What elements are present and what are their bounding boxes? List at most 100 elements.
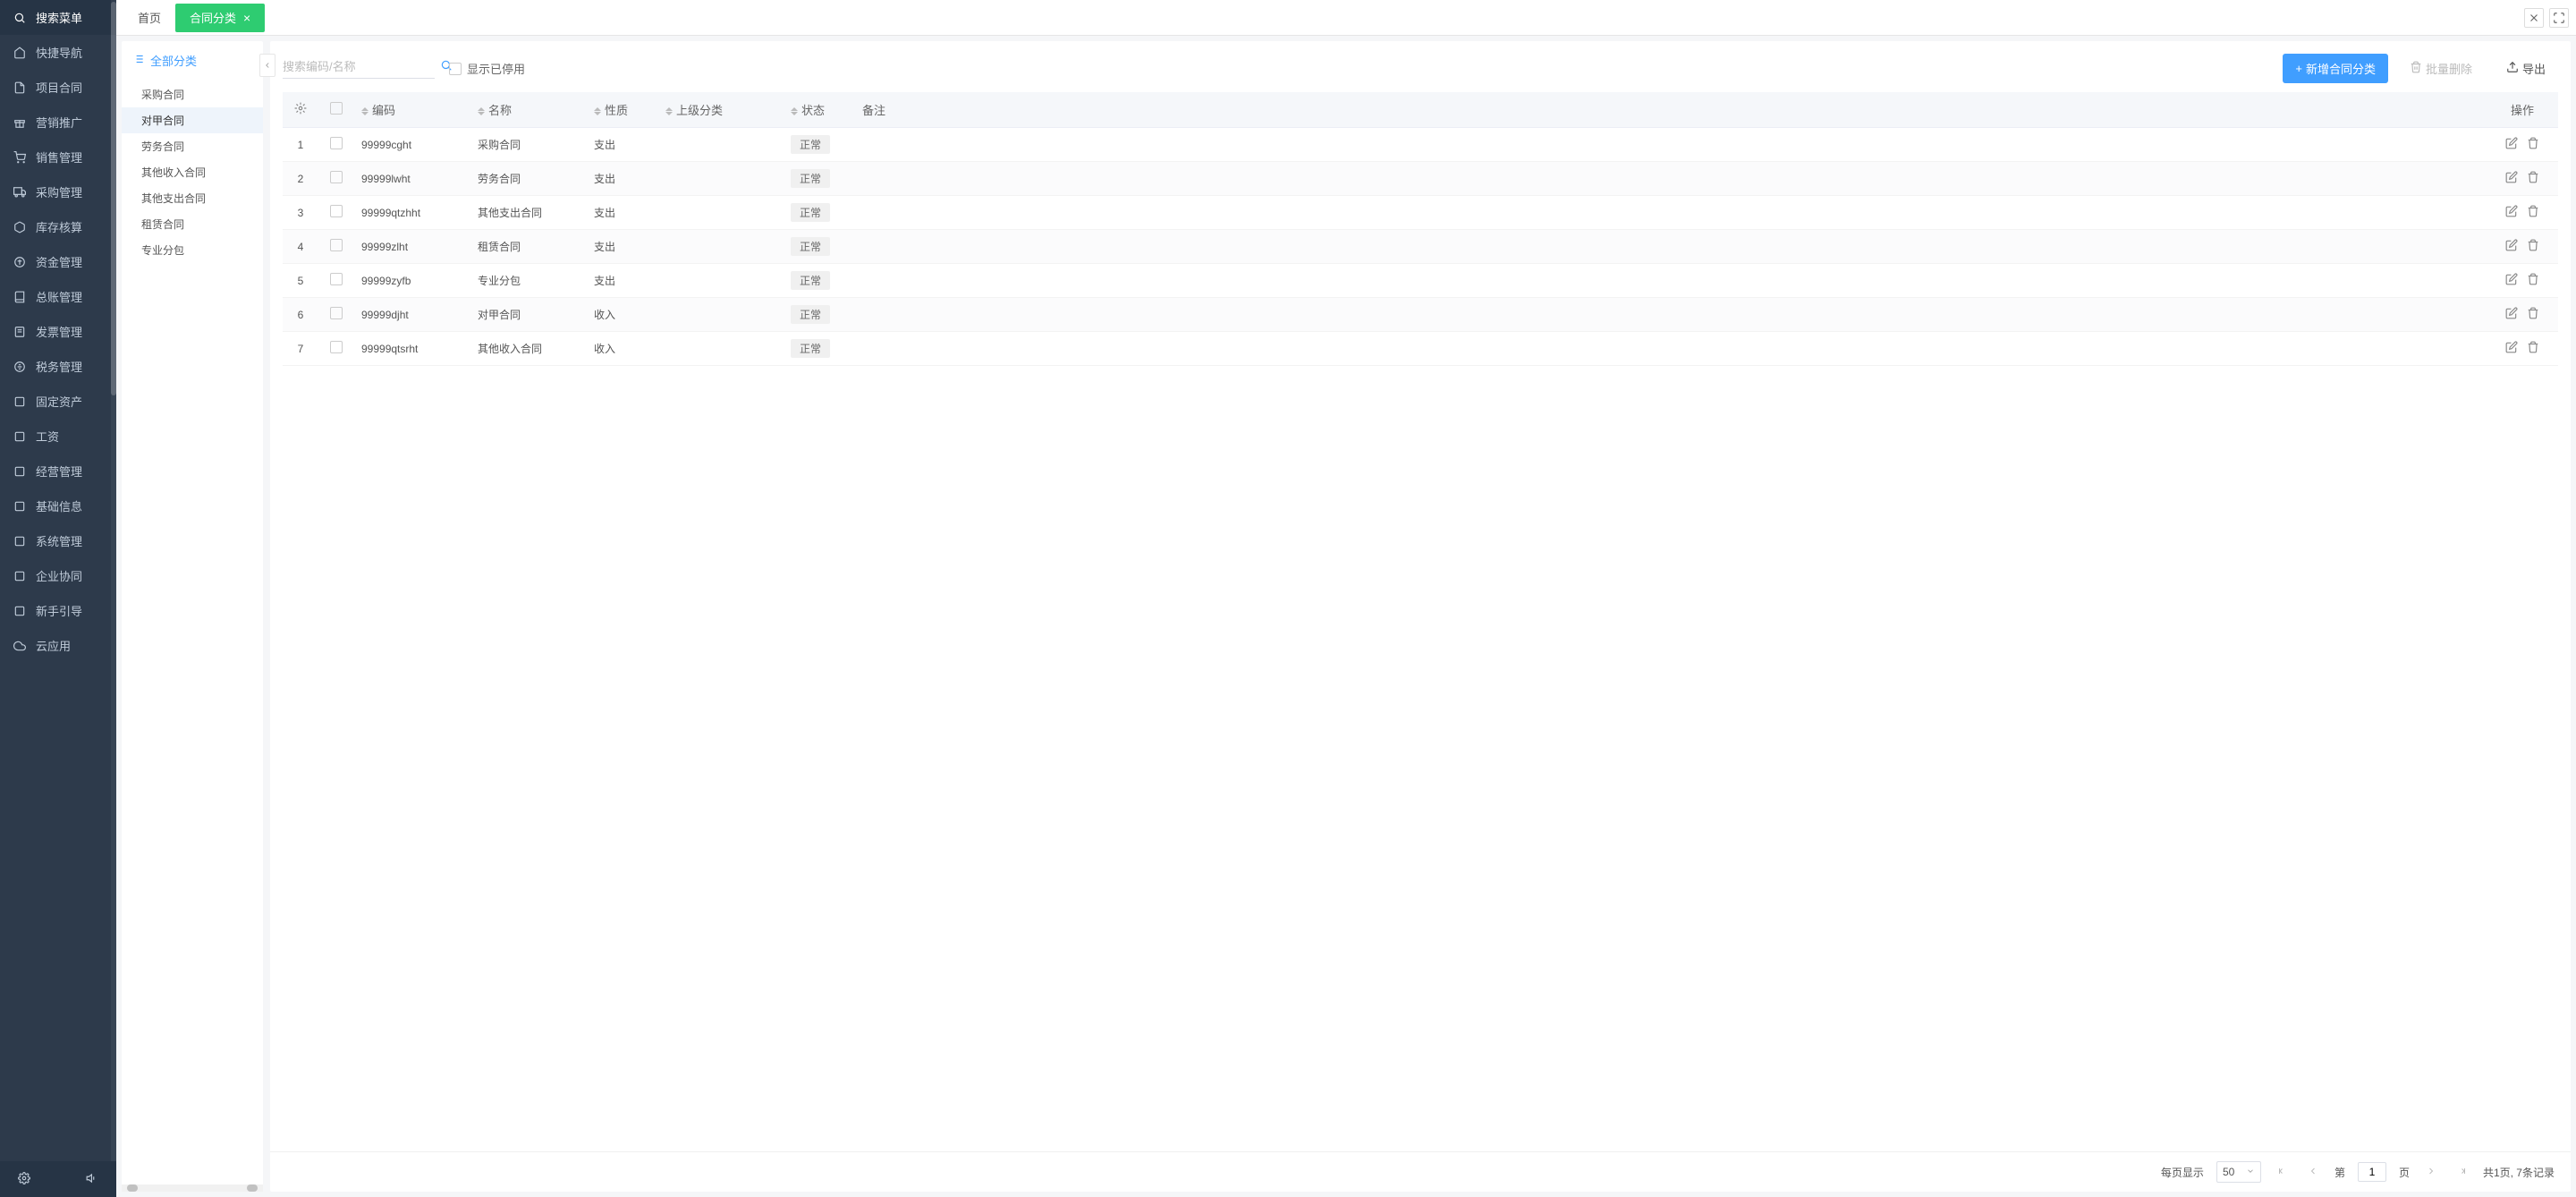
sidebar-item-label: 基础信息 <box>36 497 82 514</box>
tree-header[interactable]: 全部分类 <box>122 41 263 78</box>
table-row: 499999zlht租赁合同支出正常 <box>283 230 2558 264</box>
delete-icon[interactable] <box>2527 239 2539 254</box>
status-badge: 正常 <box>791 203 830 222</box>
sidebar-item[interactable]: 采购管理 <box>0 174 116 209</box>
tax-icon <box>13 360 27 374</box>
tree-item[interactable]: 采购合同 <box>122 81 263 107</box>
row-checkbox[interactable] <box>330 341 343 353</box>
row-checkbox[interactable] <box>330 171 343 183</box>
page-next-button[interactable] <box>2422 1164 2440 1181</box>
sort-code[interactable] <box>361 107 369 115</box>
edit-icon[interactable] <box>2505 307 2518 322</box>
cell-remark <box>855 264 2487 298</box>
tree-item[interactable]: 其他收入合同 <box>122 159 263 185</box>
status-badge: 正常 <box>791 271 830 290</box>
delete-icon[interactable] <box>2527 273 2539 288</box>
sidebar-item[interactable]: 税务管理 <box>0 349 116 384</box>
cell-code: 99999zlht <box>354 230 470 264</box>
sidebar-item[interactable]: 工资 <box>0 419 116 454</box>
settings-icon[interactable] <box>18 1172 30 1187</box>
delete-icon[interactable] <box>2527 171 2539 186</box>
sound-icon[interactable] <box>86 1172 98 1187</box>
cell-name: 其他支出合同 <box>470 196 587 230</box>
delete-icon[interactable] <box>2527 341 2539 356</box>
delete-icon[interactable] <box>2527 137 2539 152</box>
cell-nature: 支出 <box>587 128 658 162</box>
sidebar-item[interactable]: 库存核算 <box>0 209 116 244</box>
add-category-button[interactable]: + 新增合同分类 <box>2283 54 2388 83</box>
sidebar-item[interactable]: 新手引导 <box>0 593 116 628</box>
tree-horizontal-scrollbar[interactable] <box>122 1184 263 1192</box>
show-disabled-checkbox-wrap[interactable]: 显示已停用 <box>449 60 525 77</box>
sidebar-scrollbar-thumb[interactable] <box>111 2 116 395</box>
plus-icon: + <box>2295 62 2302 75</box>
delete-icon[interactable] <box>2527 307 2539 322</box>
sort-status[interactable] <box>791 107 798 115</box>
tree-item[interactable]: 专业分包 <box>122 237 263 263</box>
sidebar-item[interactable]: 企业协同 <box>0 558 116 593</box>
sidebar-item[interactable]: 销售管理 <box>0 140 116 174</box>
sidebar-item[interactable]: 项目合同 <box>0 70 116 105</box>
edit-icon[interactable] <box>2505 239 2518 254</box>
sidebar-item[interactable]: 资金管理 <box>0 244 116 279</box>
edit-icon[interactable] <box>2505 171 2518 186</box>
tab-contract-category[interactable]: 合同分类 × <box>175 4 265 32</box>
page-last-button[interactable] <box>2453 1164 2470 1181</box>
edit-icon[interactable] <box>2505 205 2518 220</box>
sidebar-item[interactable]: 系统管理 <box>0 523 116 558</box>
close-all-tabs-button[interactable] <box>2524 8 2544 28</box>
page-number-input[interactable] <box>2358 1162 2386 1182</box>
row-checkbox[interactable] <box>330 239 343 251</box>
tree-item[interactable]: 其他支出合同 <box>122 185 263 211</box>
sort-name[interactable] <box>478 107 485 115</box>
close-icon[interactable]: × <box>243 11 250 25</box>
sidebar-item[interactable]: 总账管理 <box>0 279 116 314</box>
search-input[interactable] <box>283 60 440 73</box>
sort-parent[interactable] <box>665 107 673 115</box>
table-row: 399999qtzhht其他支出合同支出正常 <box>283 196 2558 230</box>
sidebar-item[interactable]: 云应用 <box>0 628 116 663</box>
page-suffix: 页 <box>2399 1165 2410 1180</box>
search-icon <box>13 11 27 25</box>
row-checkbox[interactable] <box>330 205 343 217</box>
edit-icon[interactable] <box>2505 273 2518 288</box>
table-scroll[interactable]: 编码 名称 性质 上级分类 状态 备注 操作 199999cght采购合同支出正… <box>270 92 2571 1151</box>
sidebar-item[interactable]: 快捷导航 <box>0 35 116 70</box>
gear-icon[interactable] <box>294 104 307 117</box>
row-checkbox[interactable] <box>330 307 343 319</box>
sidebar-scroll[interactable]: 搜索菜单快捷导航项目合同营销推广销售管理采购管理库存核算资金管理总账管理发票管理… <box>0 0 116 1161</box>
sidebar-item[interactable]: 发票管理 <box>0 314 116 349</box>
cell-nature: 支出 <box>587 162 658 196</box>
fullscreen-button[interactable] <box>2549 8 2569 28</box>
status-badge: 正常 <box>791 339 830 358</box>
sidebar-item[interactable]: 搜索菜单 <box>0 0 116 35</box>
tab-home[interactable]: 首页 <box>123 4 175 32</box>
sidebar-item[interactable]: 经营管理 <box>0 454 116 488</box>
sidebar-item[interactable]: 基础信息 <box>0 488 116 523</box>
delete-icon[interactable] <box>2527 205 2539 220</box>
tree-item[interactable]: 对甲合同 <box>122 107 263 133</box>
row-checkbox[interactable] <box>330 273 343 285</box>
scroll-thumb-right[interactable] <box>247 1184 258 1192</box>
sort-nature[interactable] <box>594 107 601 115</box>
row-checkbox[interactable] <box>330 137 343 149</box>
cell-status: 正常 <box>784 264 855 298</box>
cell-parent <box>658 128 784 162</box>
tree-item[interactable]: 劳务合同 <box>122 133 263 159</box>
page-prev-button[interactable] <box>2304 1164 2322 1181</box>
page-first-button[interactable] <box>2274 1164 2292 1181</box>
tree-item[interactable]: 租赁合同 <box>122 211 263 237</box>
export-button[interactable]: 导出 <box>2494 54 2558 83</box>
toolbar: 显示已停用 + 新增合同分类 批量删除 <box>270 41 2571 92</box>
edit-icon[interactable] <box>2505 137 2518 152</box>
scroll-thumb-left[interactable] <box>127 1184 138 1192</box>
per-page-select[interactable]: 50 <box>2216 1161 2261 1183</box>
collapse-tree-button[interactable] <box>259 54 275 77</box>
cell-code: 99999djht <box>354 298 470 332</box>
select-all-checkbox[interactable] <box>330 102 343 115</box>
edit-icon[interactable] <box>2505 341 2518 356</box>
batch-delete-button[interactable]: 批量删除 <box>2397 54 2485 83</box>
sidebar-item[interactable]: 营销推广 <box>0 105 116 140</box>
sidebar-item[interactable]: 固定资产 <box>0 384 116 419</box>
show-disabled-checkbox[interactable] <box>449 63 462 75</box>
